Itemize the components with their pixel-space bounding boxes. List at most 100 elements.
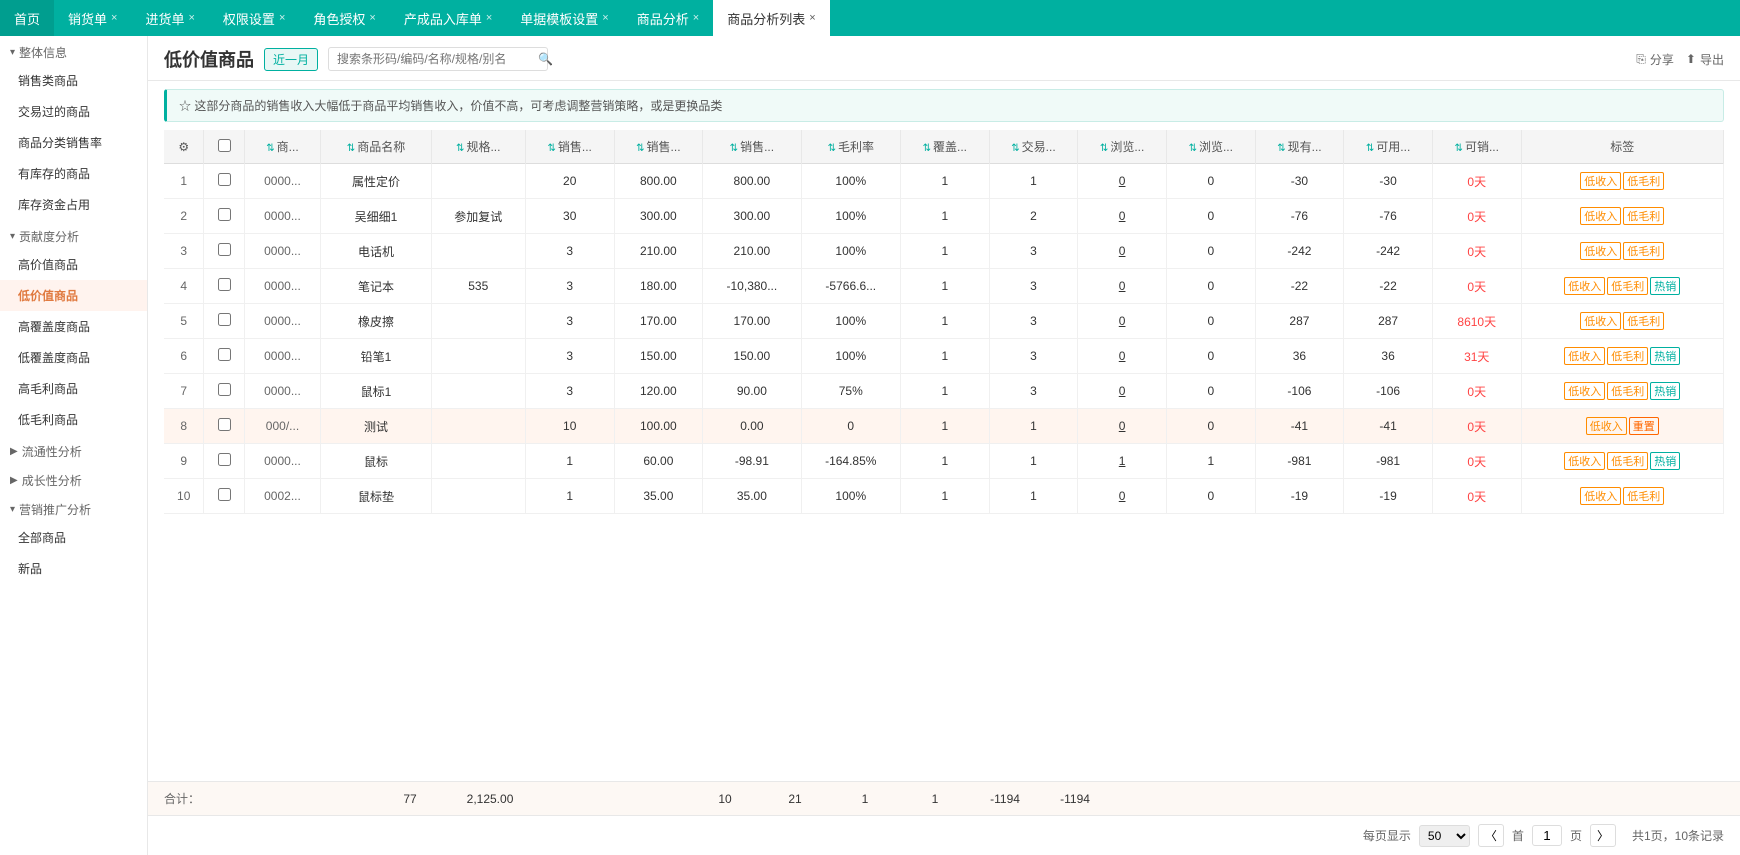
- col-name[interactable]: ⇅商品名称: [321, 130, 431, 164]
- cell-checkbox[interactable]: [204, 444, 244, 479]
- cell-spec: [431, 444, 525, 479]
- row-checkbox[interactable]: [218, 278, 231, 291]
- sidebar-item-all-goods[interactable]: 全部商品: [0, 522, 147, 553]
- search-input[interactable]: [328, 47, 548, 71]
- nav-close-role[interactable]: ×: [369, 12, 375, 24]
- nav-close-purchase[interactable]: ×: [188, 12, 194, 24]
- sidebar-group-growth[interactable]: ▶ 成长性分析: [0, 464, 147, 493]
- cell-checkbox[interactable]: [204, 304, 244, 339]
- sidebar-item-traded-goods[interactable]: 交易过的商品: [0, 96, 147, 127]
- sidebar-item-low-coverage[interactable]: 低覆盖度商品: [0, 342, 147, 373]
- nav-goods-analysis[interactable]: 商品分析 ×: [623, 0, 713, 36]
- cell-checkbox[interactable]: [204, 199, 244, 234]
- row-checkbox[interactable]: [218, 418, 231, 431]
- row-checkbox[interactable]: [218, 208, 231, 221]
- cell-checkbox[interactable]: [204, 269, 244, 304]
- row-checkbox[interactable]: [218, 488, 231, 501]
- cell-cover: 1: [900, 234, 989, 269]
- nav-goods-analysis-list[interactable]: 商品分析列表 ×: [713, 0, 829, 36]
- cell-checkbox[interactable]: [204, 409, 244, 444]
- sidebar-group-overall[interactable]: ▾ 整体信息: [0, 36, 147, 65]
- row-checkbox[interactable]: [218, 243, 231, 256]
- export-btn[interactable]: ⬆ 导出: [1686, 51, 1724, 68]
- page-number-input[interactable]: [1532, 825, 1562, 846]
- cell-checkbox[interactable]: [204, 479, 244, 514]
- col-available[interactable]: ⇅可用...: [1344, 130, 1433, 164]
- footer-profit: [610, 792, 690, 806]
- sidebar-group-contribution[interactable]: ▾ 贡献度分析: [0, 220, 147, 249]
- cell-profit-rate: -164.85%: [801, 444, 900, 479]
- col-current[interactable]: ⇅现有...: [1255, 130, 1344, 164]
- nav-close-product-inbound[interactable]: ×: [486, 12, 492, 24]
- sidebar-item-low-profit[interactable]: 低毛利商品: [0, 404, 147, 435]
- nav-home[interactable]: 首页: [0, 0, 54, 36]
- cell-browse1[interactable]: 0: [1078, 269, 1167, 304]
- first-page-btn[interactable]: 〈: [1478, 824, 1504, 847]
- nav-purchase[interactable]: 进货单 ×: [131, 0, 208, 36]
- cell-browse1[interactable]: 0: [1078, 164, 1167, 199]
- cell-browse1[interactable]: 0: [1078, 304, 1167, 339]
- nav-close-goods-analysis-list[interactable]: ×: [809, 12, 815, 24]
- filter-btn[interactable]: 近一月: [264, 48, 318, 71]
- row-checkbox[interactable]: [218, 383, 231, 396]
- col-gear[interactable]: ⚙: [164, 130, 204, 164]
- row-checkbox[interactable]: [218, 348, 231, 361]
- per-page-select[interactable]: 50 100 200: [1419, 825, 1470, 847]
- nav-close-template[interactable]: ×: [602, 12, 608, 24]
- cell-browse1[interactable]: 0: [1078, 374, 1167, 409]
- col-browse1[interactable]: ⇅浏览...: [1078, 130, 1167, 164]
- sidebar-item-high-coverage[interactable]: 高覆盖度商品: [0, 311, 147, 342]
- nav-close-goods-analysis[interactable]: ×: [693, 12, 699, 24]
- sidebar-item-high-value[interactable]: 高价值商品: [0, 249, 147, 280]
- select-all-checkbox[interactable]: [218, 139, 231, 152]
- cell-browse1[interactable]: 0: [1078, 339, 1167, 374]
- col-sellable[interactable]: ⇅可销...: [1432, 130, 1521, 164]
- cell-checkbox[interactable]: [204, 234, 244, 269]
- cell-tags: 低收入低毛利热销: [1521, 374, 1723, 409]
- cell-browse1[interactable]: 1: [1078, 444, 1167, 479]
- col-browse2[interactable]: ⇅浏览...: [1166, 130, 1255, 164]
- sidebar-group-marketing[interactable]: ▾ 营销推广分析: [0, 493, 147, 522]
- nav-sales[interactable]: 销货单 ×: [54, 0, 131, 36]
- sidebar-item-low-value[interactable]: 低价值商品: [0, 280, 147, 311]
- cell-tags: 低收入低毛利: [1521, 199, 1723, 234]
- row-checkbox[interactable]: [218, 173, 231, 186]
- sidebar-item-sales-goods[interactable]: 销售类商品: [0, 65, 147, 96]
- cell-browse1[interactable]: 0: [1078, 479, 1167, 514]
- last-page-btn[interactable]: 〉: [1590, 824, 1616, 847]
- cell-browse1[interactable]: 0: [1078, 409, 1167, 444]
- nav-close-sales[interactable]: ×: [111, 12, 117, 24]
- sidebar-item-inventory-capital[interactable]: 库存资金占用: [0, 189, 147, 220]
- cell-sale1: 3: [525, 234, 614, 269]
- nav-auth[interactable]: 权限设置 ×: [209, 0, 299, 36]
- col-code[interactable]: ⇅商...: [244, 130, 321, 164]
- col-cover[interactable]: ⇅覆盖...: [900, 130, 989, 164]
- sidebar-item-inventory-goods[interactable]: 有库存的商品: [0, 158, 147, 189]
- col-sale2[interactable]: ⇅销售...: [614, 130, 703, 164]
- cell-current: -981: [1255, 444, 1344, 479]
- cell-checkbox[interactable]: [204, 339, 244, 374]
- cell-browse1[interactable]: 0: [1078, 199, 1167, 234]
- search-icon[interactable]: 🔍: [538, 52, 553, 66]
- sidebar-group-circulation[interactable]: ▶ 流通性分析: [0, 435, 147, 464]
- nav-role[interactable]: 角色授权 ×: [299, 0, 389, 36]
- cell-trade: 1: [989, 444, 1078, 479]
- col-sale1[interactable]: ⇅销售...: [525, 130, 614, 164]
- nav-template[interactable]: 单据模板设置 ×: [506, 0, 622, 36]
- nav-close-auth[interactable]: ×: [279, 12, 285, 24]
- cell-browse1[interactable]: 0: [1078, 234, 1167, 269]
- col-spec[interactable]: ⇅规格...: [431, 130, 525, 164]
- nav-product-inbound[interactable]: 产成品入库单 ×: [390, 0, 506, 36]
- row-checkbox[interactable]: [218, 313, 231, 326]
- sidebar-item-category-rate[interactable]: 商品分类销售率: [0, 127, 147, 158]
- cell-checkbox[interactable]: [204, 374, 244, 409]
- col-trade[interactable]: ⇅交易...: [989, 130, 1078, 164]
- cell-sale2: 210.00: [614, 234, 703, 269]
- sidebar-item-high-profit[interactable]: 高毛利商品: [0, 373, 147, 404]
- cell-checkbox[interactable]: [204, 164, 244, 199]
- col-sale3[interactable]: ⇅销售...: [703, 130, 801, 164]
- share-btn[interactable]: ⎘ 分享: [1636, 51, 1674, 68]
- row-checkbox[interactable]: [218, 453, 231, 466]
- sidebar-item-new-goods[interactable]: 新品: [0, 553, 147, 584]
- col-profit-rate[interactable]: ⇅毛利率: [801, 130, 900, 164]
